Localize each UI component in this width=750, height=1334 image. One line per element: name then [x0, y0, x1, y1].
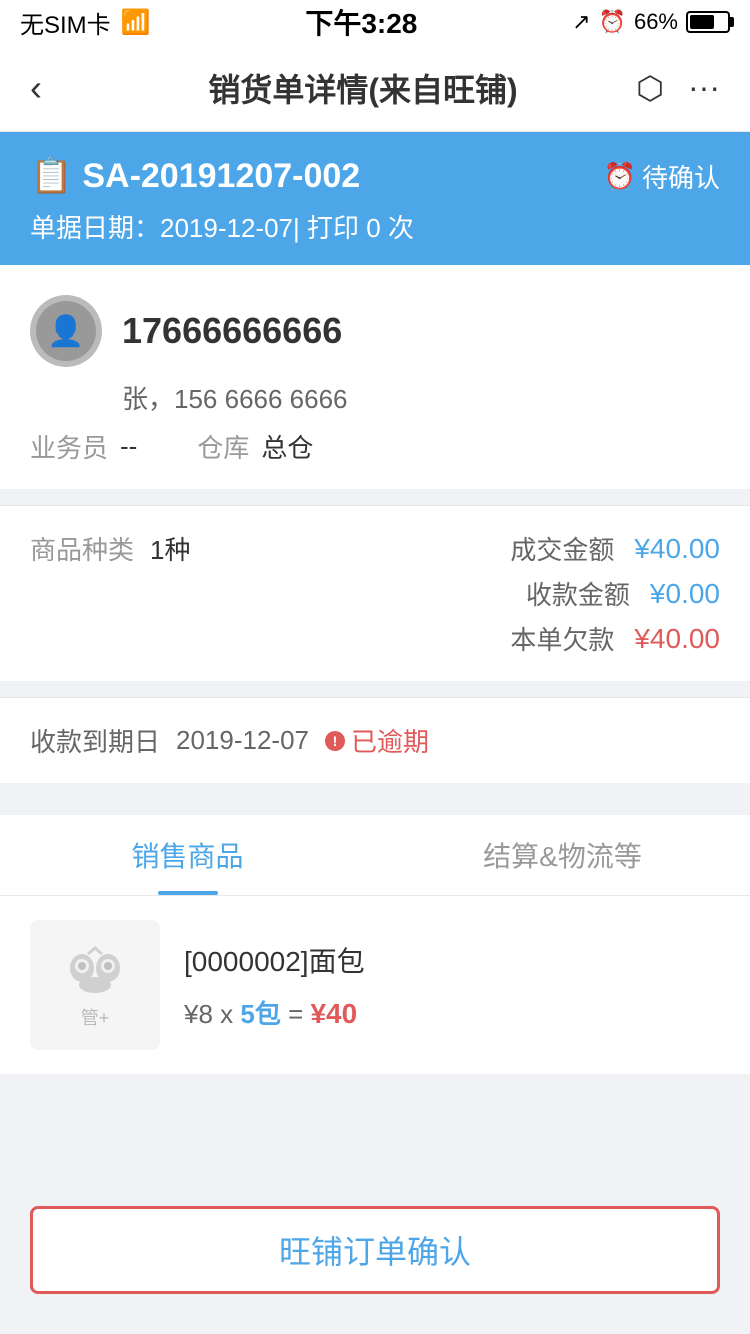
warehouse: 仓库 总仓	[197, 428, 313, 465]
share-button[interactable]: ⬡	[636, 69, 664, 107]
product-name: [0000002]面包	[184, 940, 720, 980]
customer-section: 👤 17666666666 张，156 6666 6666 业务员 -- 仓库 …	[0, 265, 750, 489]
order-icon: 📋	[30, 156, 72, 196]
due-date-section: 收款到期日 2019-12-07 ! 已逾期	[0, 698, 750, 783]
customer-row: 👤 17666666666	[30, 295, 720, 367]
sales-label: 业务员	[30, 428, 108, 465]
avatar-inner: 👤	[36, 301, 96, 361]
tab-products[interactable]: 销售商品	[0, 815, 375, 895]
avatar: 👤	[30, 295, 102, 367]
order-id: 📋 SA-20191207-002	[30, 156, 360, 196]
status-right: ↗ ⏰ 66%	[572, 9, 730, 35]
summary-section: 商品种类 1种 成交金额 ¥40.00 收款金额 ¥0.00 本单欠款 ¥40.…	[0, 506, 750, 681]
sales-person: 业务员 --	[30, 428, 137, 465]
deal-amount-row: 成交金额 ¥40.00	[510, 530, 720, 567]
product-thumbnail: 管+	[30, 920, 160, 1050]
nav-bar: ‹ 销货单详情(来自旺铺) ⬡ ···	[0, 44, 750, 132]
product-thumb-owl: 管+	[60, 940, 130, 1030]
warehouse-value: 总仓	[261, 428, 313, 465]
sales-value: --	[120, 431, 137, 462]
category-label: 商品种类	[30, 530, 134, 567]
product-thumb-label: 管+	[81, 1004, 110, 1030]
wifi-icon: 📶	[121, 8, 151, 37]
customer-meta: 业务员 -- 仓库 总仓	[30, 428, 720, 465]
product-item: 管+ [0000002]面包 ¥8 x 5包 = ¥40	[0, 896, 750, 1074]
product-info: [0000002]面包 ¥8 x 5包 = ¥40	[184, 940, 720, 1031]
customer-name: 张，156 6666 6666	[122, 379, 720, 416]
price-equals: =	[281, 999, 311, 1029]
product-total: ¥40	[310, 998, 357, 1029]
order-date: 单据日期：2019-12-07| 打印 0 次	[30, 208, 720, 245]
product-price-row: ¥8 x 5包 = ¥40	[184, 994, 720, 1031]
tabs-section: 销售商品 结算&物流等	[0, 815, 750, 896]
due-date-label: 收款到期日	[30, 722, 160, 759]
owed-amount-value: ¥40.00	[634, 623, 720, 655]
status-clock-icon: ⏰	[604, 161, 636, 192]
product-price: ¥8 x	[184, 999, 240, 1029]
more-button[interactable]: ···	[688, 69, 720, 106]
tabs-row: 销售商品 结算&物流等	[0, 815, 750, 895]
amount-info: 成交金额 ¥40.00 收款金额 ¥0.00 本单欠款 ¥40.00	[510, 530, 720, 657]
overdue-icon: !	[325, 731, 345, 751]
received-amount-row: 收款金额 ¥0.00	[526, 575, 720, 612]
section-separator	[0, 799, 750, 815]
battery-fill	[690, 15, 714, 29]
order-header-card: 📋 SA-20191207-002 ⏰ 待确认 单据日期：2019-12-07|…	[0, 132, 750, 265]
category-value: 1种	[150, 530, 190, 567]
due-date-value: 2019-12-07	[176, 725, 309, 756]
battery-icon	[686, 11, 730, 33]
product-quantity: 5包	[240, 999, 280, 1029]
owed-amount-row: 本单欠款 ¥40.00	[510, 620, 720, 657]
received-amount-value: ¥0.00	[650, 578, 720, 610]
order-status: ⏰ 待确认	[604, 158, 720, 195]
back-button[interactable]: ‹	[30, 67, 90, 109]
category-info: 商品种类 1种	[30, 530, 190, 567]
status-left: 无SIM卡 📶	[20, 5, 151, 40]
customer-phone: 17666666666	[122, 310, 342, 352]
deal-amount-value: ¥40.00	[634, 533, 720, 565]
battery-percentage: 66%	[634, 9, 678, 35]
page-title: 销货单详情(来自旺铺)	[208, 65, 517, 111]
status-bar: 无SIM卡 📶 下午3:28 ↗ ⏰ 66%	[0, 0, 750, 44]
location-icon: ↗	[572, 9, 590, 35]
confirm-order-button[interactable]: 旺铺订单确认	[30, 1206, 720, 1294]
overdue-text: 已逾期	[351, 722, 429, 759]
alarm-icon: ⏰	[599, 9, 626, 35]
received-amount-label: 收款金额	[526, 575, 630, 612]
confirm-bar: 旺铺订单确认	[0, 1186, 750, 1334]
tab-settlement[interactable]: 结算&物流等	[375, 815, 750, 895]
time-display: 下午3:28	[305, 2, 417, 42]
nav-actions: ⬡ ···	[636, 69, 720, 107]
overdue-badge: ! 已逾期	[325, 722, 429, 759]
owed-amount-label: 本单欠款	[510, 620, 614, 657]
warehouse-label: 仓库	[197, 428, 249, 465]
order-header-top: 📋 SA-20191207-002 ⏰ 待确认	[30, 156, 720, 196]
deal-amount-label: 成交金额	[510, 530, 614, 567]
carrier-label: 无SIM卡	[20, 5, 111, 40]
avatar-icon: 👤	[47, 314, 84, 349]
